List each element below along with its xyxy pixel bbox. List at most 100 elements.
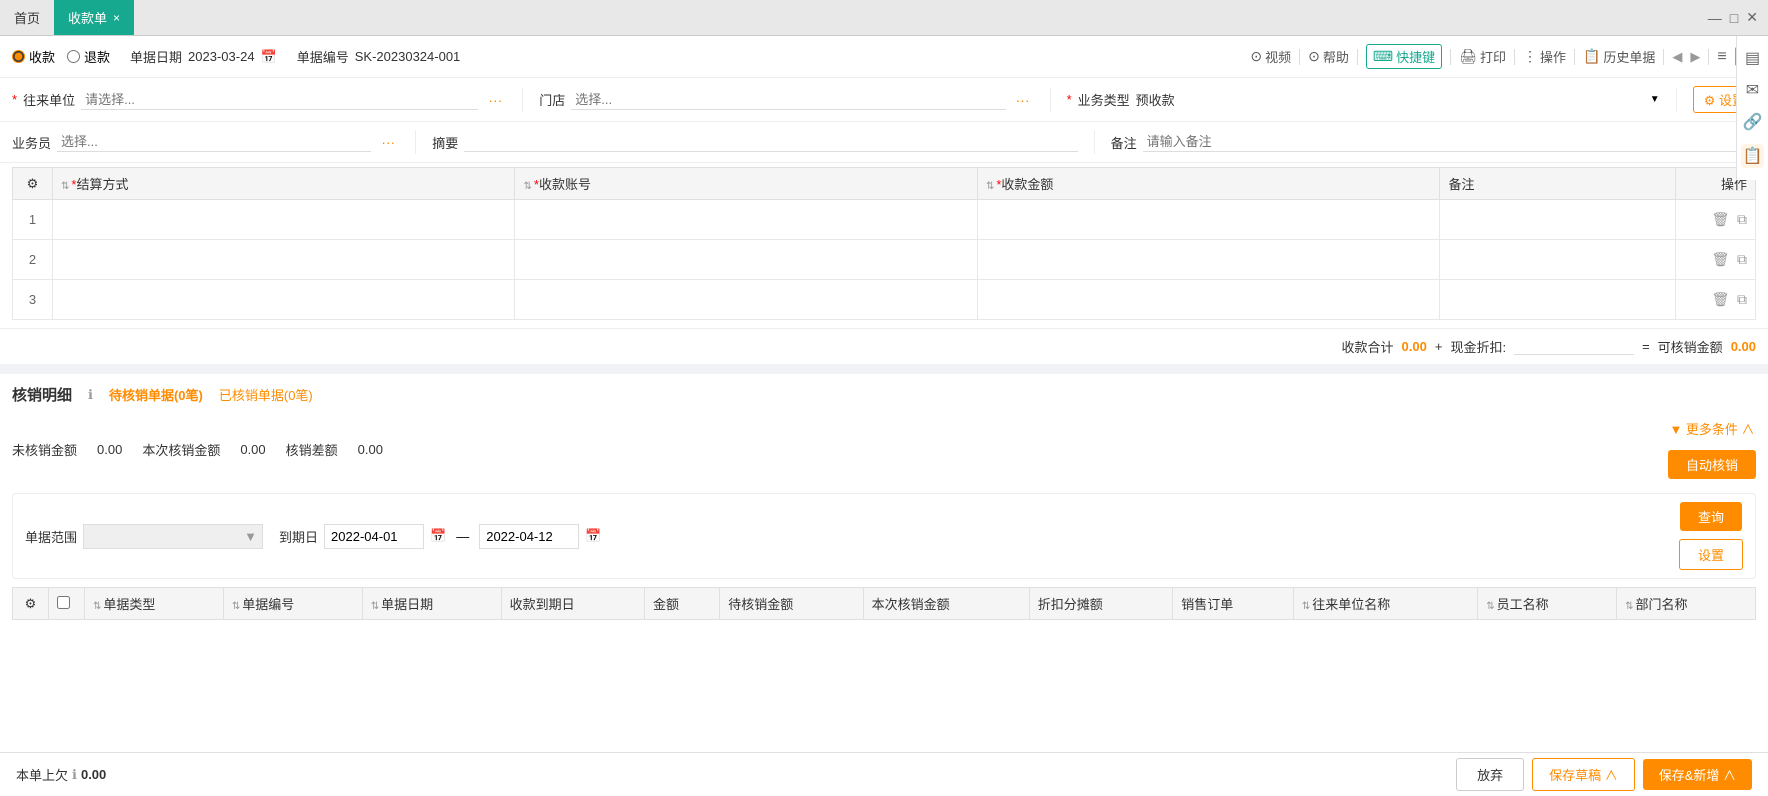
current-value: 0.00 — [240, 442, 265, 457]
row-remark-1[interactable] — [1440, 200, 1676, 240]
discard-btn[interactable]: 放弃 — [1456, 758, 1524, 791]
radio-shoukuan-input[interactable] — [12, 50, 25, 63]
danju-date-value[interactable]: 2023-03-24 — [188, 49, 255, 64]
date-from-input[interactable] — [324, 524, 424, 549]
memo-input[interactable] — [464, 132, 1077, 152]
row-account-3[interactable] — [515, 280, 977, 320]
row-settle-1[interactable] — [53, 200, 515, 240]
sub-col-due-date: 收款到期日 — [501, 588, 644, 620]
radio-tuikuan[interactable]: 退款 — [67, 47, 110, 66]
range-select[interactable] — [83, 524, 263, 549]
staff-more-btn[interactable]: ··· — [377, 134, 399, 150]
more-conditions-btn[interactable]: ▼ 更多条件 ∧ — [1669, 419, 1754, 438]
btn-ops[interactable]: ⋮ 操作 — [1523, 47, 1566, 66]
row-amount-3[interactable] — [977, 280, 1439, 320]
delete-icon-3[interactable]: 🗑 — [1712, 291, 1730, 307]
due-date-field: 到期日 📅 — 📅 — [279, 524, 601, 549]
row-index-2: 2 — [13, 240, 53, 280]
shop-input[interactable] — [571, 90, 1005, 110]
query-btn[interactable]: 查询 — [1680, 502, 1742, 531]
delete-icon-2[interactable]: 🗑 — [1712, 251, 1730, 267]
nav-right-btn[interactable]: ▶ — [1690, 49, 1700, 65]
party-input[interactable] — [81, 90, 478, 110]
shop-more-btn[interactable]: ··· — [1012, 92, 1034, 108]
row-settle-3[interactable] — [53, 280, 515, 320]
row-remark-2[interactable] — [1440, 240, 1676, 280]
memo-label: 摘要 — [432, 133, 458, 152]
window-close-btn[interactable]: ✕ — [1746, 9, 1758, 26]
date-to-calendar-icon[interactable]: 📅 — [585, 528, 601, 544]
discount-input[interactable] — [1514, 339, 1634, 355]
col-remark: 备注 — [1440, 168, 1676, 200]
biz-type-chevron[interactable]: ▼ — [1650, 94, 1660, 105]
remark-label: 备注 — [1111, 133, 1137, 152]
help-icon: ⊙ — [1308, 48, 1320, 65]
copy-icon-1[interactable]: ⧉ — [1737, 211, 1747, 227]
hex-title: 核销明细 — [12, 384, 72, 405]
row-account-1[interactable] — [515, 200, 977, 240]
btn-history[interactable]: 📋 历史单据 — [1583, 47, 1655, 66]
nav-left-btn[interactable]: ◀ — [1672, 49, 1682, 65]
copy-icon-3[interactable]: ⧉ — [1737, 291, 1747, 307]
hex-info-icon[interactable]: ℹ — [88, 387, 93, 403]
sidebar-mail-icon[interactable]: ✉ — [1746, 80, 1759, 100]
select-all-checkbox[interactable] — [57, 596, 70, 609]
unverified-value: 0.00 — [97, 442, 122, 457]
bottom-info-icon[interactable]: ℹ — [72, 767, 77, 783]
date-to-input[interactable] — [479, 524, 579, 549]
radio-shoukuan[interactable]: 收款 — [12, 47, 55, 66]
sub-col-gear[interactable]: ⚙ — [13, 588, 49, 620]
sub-col-party-name: ⇅往来单位名称 — [1293, 588, 1477, 620]
sub-col-amount: 金额 — [645, 588, 720, 620]
btn-video[interactable]: ⊙ 视频 — [1250, 47, 1291, 66]
range-label: 单据范围 — [25, 527, 77, 546]
summary-row: 收款合计 0.00 + 现金折扣: = 可核销金额 0.00 — [0, 328, 1768, 364]
row-amount-2[interactable] — [977, 240, 1439, 280]
auto-hex-btn[interactable]: 自动核销 — [1668, 450, 1756, 479]
sidebar-link-icon[interactable]: 🔗 — [1743, 112, 1763, 132]
hex-tab-pending[interactable]: 待核销单据(0笔) — [109, 385, 203, 404]
tab-collection[interactable]: 收款单 × — [54, 0, 134, 35]
copy-icon-2[interactable]: ⧉ — [1737, 251, 1747, 267]
row-account-2[interactable] — [515, 240, 977, 280]
filter-settings-btn[interactable]: 设置 — [1679, 539, 1743, 570]
btn-shortcut[interactable]: ⌨ 快捷键 — [1366, 44, 1442, 69]
tab-close-icon[interactable]: × — [113, 11, 120, 25]
radio-tuikuan-input[interactable] — [67, 50, 80, 63]
party-more-btn[interactable]: ··· — [484, 92, 506, 108]
staff-field: 业务员 ··· — [12, 132, 399, 152]
sub-col-check — [49, 588, 85, 620]
save-draft-btn[interactable]: 保存草稿 ∧ — [1532, 758, 1635, 791]
save-new-btn[interactable]: 保存&新增 ∧ — [1643, 759, 1752, 790]
available-value: 0.00 — [1731, 339, 1756, 354]
row-remark-3[interactable] — [1440, 280, 1676, 320]
row-ops-1: 🗑 ⧉ — [1676, 200, 1756, 240]
window-max-btn[interactable]: □ — [1730, 10, 1738, 26]
btn-help[interactable]: ⊙ 帮助 — [1308, 47, 1349, 66]
col-gear[interactable]: ⚙ — [13, 168, 53, 200]
row-index-1: 1 — [13, 200, 53, 240]
staff-input[interactable] — [57, 132, 371, 152]
radio-tuikuan-label: 退款 — [84, 47, 110, 66]
remark-input[interactable] — [1143, 132, 1756, 152]
date-from-calendar-icon[interactable]: 📅 — [430, 528, 446, 544]
radio-group: 收款 退款 — [12, 47, 110, 66]
row-amount-1[interactable] — [977, 200, 1439, 240]
form-row-2: 业务员 ··· 摘要 备注 — [0, 122, 1768, 163]
unverified-label: 未核销金额 — [12, 440, 77, 459]
sidebar-clipboard-icon[interactable]: 📋 — [1741, 144, 1765, 168]
biz-type-value: 预收款 — [1136, 90, 1644, 109]
right-sidebar: ▤ ✉ 🔗 📋 — [1736, 36, 1768, 180]
row-index-3: 3 — [13, 280, 53, 320]
delete-icon-1[interactable]: 🗑 — [1712, 211, 1730, 227]
col-amount: ⇅*收款金额 — [977, 168, 1439, 200]
hex-tab-done[interactable]: 已核销单据(0笔) — [219, 385, 313, 404]
row-settle-2[interactable] — [53, 240, 515, 280]
window-min-btn[interactable]: — — [1708, 10, 1722, 26]
toolbar-btns: ⊙ 视频 ⊙ 帮助 ⌨ 快捷键 🖨 打印 ⋮ 操作 — [1250, 44, 1756, 69]
btn-print[interactable]: 🖨 打印 — [1459, 47, 1506, 66]
view-list-btn[interactable]: ≡ — [1717, 48, 1726, 66]
sidebar-table-icon[interactable]: ▤ — [1745, 48, 1760, 68]
calendar-icon[interactable]: 📅 — [261, 49, 277, 65]
tab-home[interactable]: 首页 — [0, 0, 54, 35]
